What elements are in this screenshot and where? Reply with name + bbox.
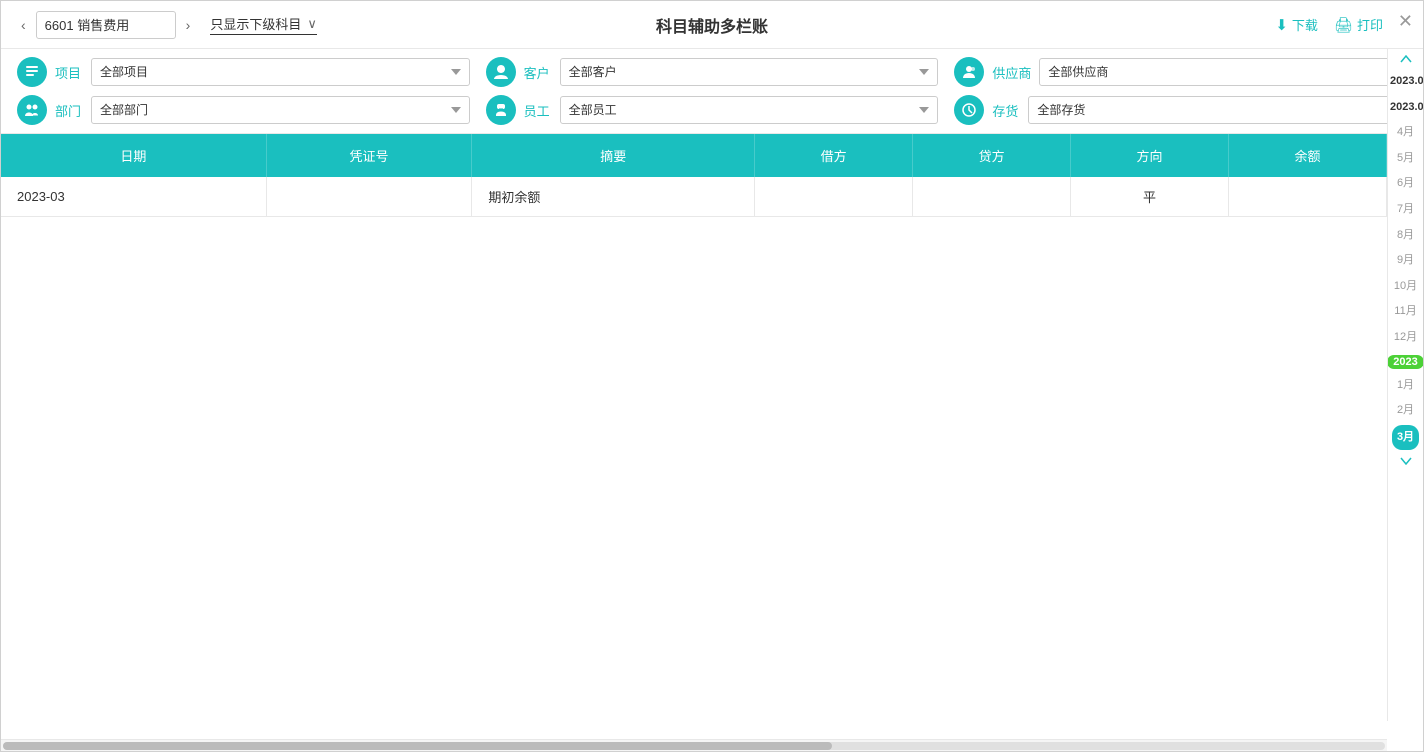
- filter-item-project: 项目 全部项目: [17, 57, 470, 87]
- supplier-icon: [954, 57, 984, 87]
- timeline-up-btn[interactable]: [1392, 49, 1420, 69]
- scroll-track: [3, 742, 1385, 750]
- employee-icon: [486, 95, 516, 125]
- cell-date: 2023-03: [1, 177, 266, 217]
- table-row: 2023-03 期初余额 平: [1, 177, 1387, 217]
- timeline-item-4[interactable]: 4月: [1388, 120, 1423, 146]
- print-icon: 🖨: [1334, 16, 1353, 34]
- close-btn[interactable]: ✕: [1398, 11, 1413, 32]
- nav-prev-btn[interactable]: ‹: [17, 15, 30, 35]
- employee-label: 员工: [524, 101, 552, 120]
- timeline-item-5[interactable]: 5月: [1388, 146, 1423, 172]
- project-select[interactable]: 全部项目: [91, 58, 470, 86]
- cell-summary: 期初余额: [472, 177, 755, 217]
- main-window: ‹ 6601 销售费用 › 只显示下级科目 ∨ 科目辅助多栏账 ⬇ 下载 🖨 打…: [0, 0, 1424, 752]
- page-title: 科目辅助多栏账: [656, 13, 768, 37]
- top-bar: ‹ 6601 销售费用 › 只显示下级科目 ∨ 科目辅助多栏账 ⬇ 下载 🖨 打…: [1, 1, 1423, 49]
- filter-item-inventory: 存货 全部存货: [954, 95, 1407, 125]
- customer-icon: [486, 57, 516, 87]
- download-btn[interactable]: ⬇ 下载: [1275, 15, 1318, 34]
- filter-item-customer: 客户 全部客户: [486, 57, 939, 87]
- timeline-item-10[interactable]: 10月: [1388, 274, 1423, 300]
- project-label: 项目: [55, 63, 83, 82]
- cell-balance: [1229, 177, 1387, 217]
- dept-icon: [17, 95, 47, 125]
- table-header-row: 日期 凭证号 摘要 借方 贷方 方向 余额: [1, 134, 1387, 177]
- timeline-item-8[interactable]: 8月: [1388, 223, 1423, 249]
- top-actions: ⬇ 下载 🖨 打印: [1275, 15, 1383, 34]
- print-btn[interactable]: 🖨 打印: [1334, 15, 1383, 34]
- timeline-down-btn[interactable]: [1392, 451, 1420, 471]
- data-table: 日期 凭证号 摘要 借方 贷方 方向 余额 2023-03 期初余额 平: [1, 134, 1387, 217]
- only-sub-filter-label: 只显示下级科目: [210, 14, 301, 33]
- timeline-item-6[interactable]: 6月: [1388, 171, 1423, 197]
- col-credit: 贷方: [913, 134, 1071, 177]
- supplier-select[interactable]: 全部供应商: [1039, 58, 1407, 86]
- filter-item-supplier: 供应商 全部供应商: [954, 57, 1407, 87]
- cell-direction: 平: [1071, 177, 1229, 217]
- download-icon: ⬇: [1275, 16, 1288, 34]
- cell-debit: [755, 177, 913, 217]
- customer-label: 客户: [524, 63, 552, 82]
- bottom-scrollbar[interactable]: [1, 739, 1387, 751]
- timeline-item-12[interactable]: 12月: [1388, 325, 1423, 351]
- table-container: 日期 凭证号 摘要 借方 贷方 方向 余额 2023-03 期初余额 平: [1, 134, 1387, 217]
- year-badge: 2023: [1387, 355, 1423, 369]
- account-code-label: 6601 销售费用: [45, 15, 130, 34]
- chevron-down-icon: ∨: [307, 16, 317, 32]
- filter-item-dept: 部门 全部部门: [17, 95, 470, 125]
- col-voucher: 凭证号: [266, 134, 472, 177]
- timeline-item-2023-03-top[interactable]: 2023.03: [1388, 69, 1423, 95]
- account-code-box[interactable]: 6601 销售费用: [36, 11, 176, 39]
- nav-next-btn[interactable]: ›: [182, 15, 195, 35]
- inventory-label: 存货: [992, 101, 1020, 120]
- download-label: 下载: [1292, 15, 1318, 34]
- timeline-sidebar: 2023.03 2023.03 4月 5月 6月 7月 8月 9月 10月 11…: [1387, 49, 1423, 721]
- filter-item-employee: 员工 全部员工: [486, 95, 939, 125]
- scroll-thumb[interactable]: [3, 742, 832, 750]
- timeline-item-3-active[interactable]: 3月: [1392, 425, 1419, 451]
- col-summary: 摘要: [472, 134, 755, 177]
- col-balance: 余额: [1229, 134, 1387, 177]
- inventory-icon: [954, 95, 984, 125]
- year-badge-container: 2023: [1387, 351, 1423, 373]
- timeline-item-2[interactable]: 2月: [1388, 398, 1423, 424]
- col-direction: 方向: [1071, 134, 1229, 177]
- dept-label: 部门: [55, 101, 83, 120]
- supplier-label: 供应商: [992, 63, 1031, 82]
- timeline-item-2023-03-top2[interactable]: 2023.03: [1388, 95, 1423, 121]
- col-date: 日期: [1, 134, 266, 177]
- project-icon: [17, 57, 47, 87]
- only-sub-filter-btn[interactable]: 只显示下级科目 ∨: [210, 14, 317, 35]
- timeline-item-11[interactable]: 11月: [1388, 299, 1423, 325]
- cell-voucher: [266, 177, 472, 217]
- print-label: 打印: [1357, 15, 1383, 34]
- inventory-select[interactable]: 全部存货: [1028, 96, 1407, 124]
- dept-select[interactable]: 全部部门: [91, 96, 470, 124]
- cell-credit: [913, 177, 1071, 217]
- filter-bar: 项目 全部项目 客户 全部客户: [1, 49, 1423, 134]
- timeline-item-7[interactable]: 7月: [1388, 197, 1423, 223]
- timeline-item-1[interactable]: 1月: [1388, 373, 1423, 399]
- customer-select[interactable]: 全部客户: [560, 58, 939, 86]
- col-debit: 借方: [755, 134, 913, 177]
- timeline-item-9[interactable]: 9月: [1388, 248, 1423, 274]
- employee-select[interactable]: 全部员工: [560, 96, 939, 124]
